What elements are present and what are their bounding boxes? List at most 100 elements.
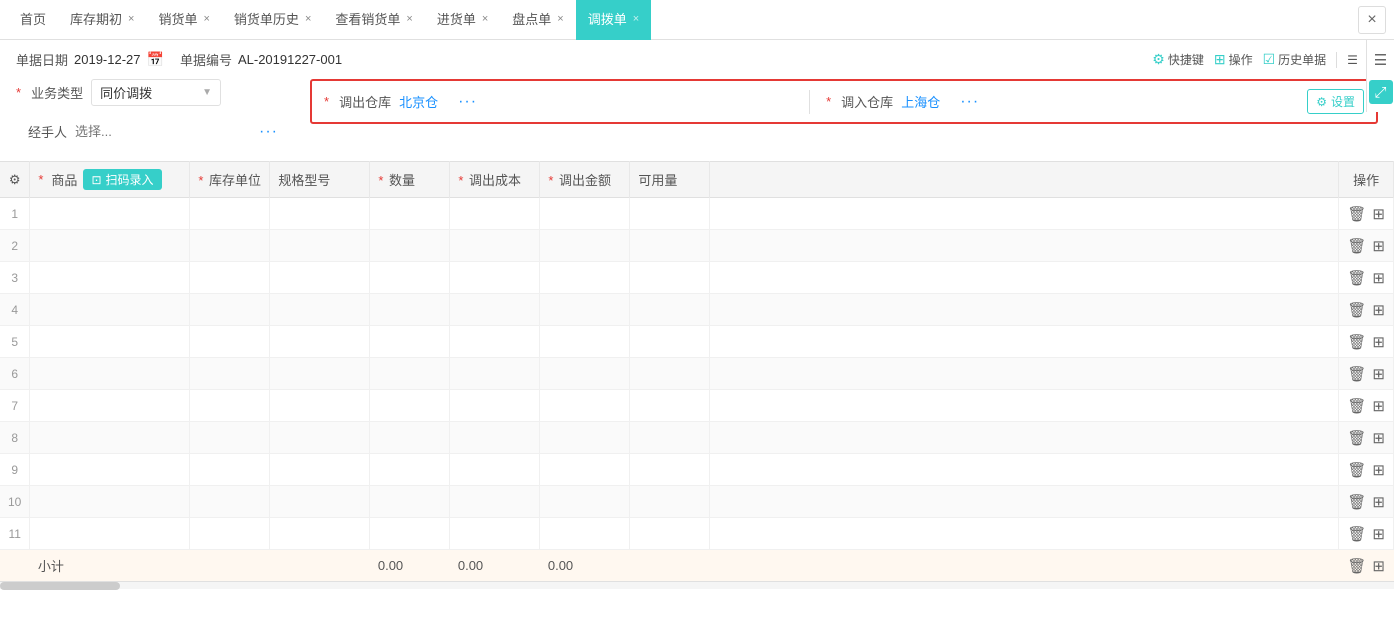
row-spec[interactable] — [270, 230, 370, 262]
horizontal-scrollbar[interactable] — [0, 581, 1394, 589]
sidebar-expand-icon[interactable]: ⤢ — [1369, 80, 1393, 104]
row-available[interactable] — [630, 518, 710, 550]
row-unit[interactable] — [190, 198, 270, 230]
row-amount[interactable] — [540, 262, 630, 294]
tab-purchase-order-close[interactable]: × — [482, 13, 488, 25]
operation-button[interactable]: ⊞ 操作 — [1214, 51, 1253, 68]
row-delete-icon[interactable]: 🗑 — [1347, 397, 1366, 415]
row-delete-icon[interactable]: 🗑 — [1347, 205, 1366, 223]
row-amount[interactable] — [540, 294, 630, 326]
row-amount[interactable] — [540, 422, 630, 454]
tab-inventory-init[interactable]: 库存期初 × — [58, 0, 146, 40]
row-quantity[interactable] — [370, 230, 450, 262]
row-spec[interactable] — [270, 198, 370, 230]
row-available[interactable] — [630, 422, 710, 454]
handler-input[interactable] — [75, 124, 251, 139]
row-amount[interactable] — [540, 486, 630, 518]
row-cost[interactable] — [450, 230, 540, 262]
row-cost[interactable] — [450, 486, 540, 518]
row-available[interactable] — [630, 198, 710, 230]
row-cost[interactable] — [450, 326, 540, 358]
tab-transfer-order-close[interactable]: × — [633, 13, 639, 25]
row-product[interactable] — [30, 422, 190, 454]
row-copy-icon[interactable]: ⊞ — [1372, 525, 1385, 543]
tab-sales-history-close[interactable]: × — [305, 13, 311, 25]
row-unit[interactable] — [190, 326, 270, 358]
row-unit[interactable] — [190, 230, 270, 262]
row-copy-icon[interactable]: ⊞ — [1372, 493, 1385, 511]
row-quantity[interactable] — [370, 294, 450, 326]
row-available[interactable] — [630, 326, 710, 358]
in-warehouse-value[interactable]: 上海仓 — [901, 92, 940, 111]
row-delete-icon[interactable]: 🗑 — [1347, 237, 1366, 255]
tab-view-sales-close[interactable]: × — [406, 13, 412, 25]
row-unit[interactable] — [190, 262, 270, 294]
shortcut-button[interactable]: ⚙ 快捷键 — [1152, 51, 1204, 68]
row-quantity[interactable] — [370, 454, 450, 486]
row-available[interactable] — [630, 390, 710, 422]
row-spec[interactable] — [270, 358, 370, 390]
row-quantity[interactable] — [370, 198, 450, 230]
row-quantity[interactable] — [370, 486, 450, 518]
close-all-tabs-button[interactable]: × — [1358, 6, 1386, 34]
row-unit[interactable] — [190, 294, 270, 326]
row-spec[interactable] — [270, 454, 370, 486]
row-amount[interactable] — [540, 390, 630, 422]
row-unit[interactable] — [190, 518, 270, 550]
row-spec[interactable] — [270, 294, 370, 326]
row-amount[interactable] — [540, 454, 630, 486]
sidebar-list-icon[interactable]: ☰ — [1369, 48, 1393, 72]
row-delete-icon[interactable]: 🗑 — [1347, 525, 1366, 543]
tab-sales-order[interactable]: 销货单 × — [146, 0, 221, 40]
row-copy-icon[interactable]: ⊞ — [1372, 429, 1385, 447]
row-copy-icon[interactable]: ⊞ — [1372, 365, 1385, 383]
tab-sales-history[interactable]: 销货单历史 × — [222, 0, 323, 40]
tab-inventory-init-close[interactable]: × — [128, 13, 134, 25]
row-product[interactable] — [30, 390, 190, 422]
handler-more-icon[interactable]: ··· — [259, 123, 278, 141]
row-amount[interactable] — [540, 198, 630, 230]
row-spec[interactable] — [270, 518, 370, 550]
footer-copy-icon[interactable]: ⊞ — [1372, 557, 1385, 575]
row-available[interactable] — [630, 454, 710, 486]
out-warehouse-more[interactable]: ··· — [458, 93, 477, 111]
row-delete-icon[interactable]: 🗑 — [1347, 365, 1366, 383]
row-product[interactable] — [30, 518, 190, 550]
number-value[interactable]: AL-20191227-001 — [238, 52, 342, 67]
row-spec[interactable] — [270, 262, 370, 294]
tab-stocktaking-close[interactable]: × — [557, 13, 563, 25]
row-product[interactable] — [30, 262, 190, 294]
row-cost[interactable] — [450, 390, 540, 422]
row-unit[interactable] — [190, 486, 270, 518]
scan-button[interactable]: ⊡ 扫码录入 — [83, 169, 161, 190]
history-button[interactable]: ☑ 历史单据 — [1263, 51, 1327, 68]
row-quantity[interactable] — [370, 262, 450, 294]
row-amount[interactable] — [540, 518, 630, 550]
row-delete-icon[interactable]: 🗑 — [1347, 301, 1366, 319]
row-spec[interactable] — [270, 326, 370, 358]
row-unit[interactable] — [190, 422, 270, 454]
scroll-thumb[interactable] — [0, 582, 120, 590]
row-copy-icon[interactable]: ⊞ — [1372, 269, 1385, 287]
row-product[interactable] — [30, 358, 190, 390]
row-spec[interactable] — [270, 486, 370, 518]
tab-sales-order-close[interactable]: × — [203, 13, 209, 25]
row-delete-icon[interactable]: 🗑 — [1347, 461, 1366, 479]
row-delete-icon[interactable]: 🗑 — [1347, 493, 1366, 511]
row-product[interactable] — [30, 326, 190, 358]
row-copy-icon[interactable]: ⊞ — [1372, 237, 1385, 255]
row-quantity[interactable] — [370, 518, 450, 550]
row-quantity[interactable] — [370, 390, 450, 422]
row-available[interactable] — [630, 358, 710, 390]
tab-stocktaking[interactable]: 盘点单 × — [500, 0, 575, 40]
date-value[interactable]: 2019-12-27 — [74, 52, 141, 67]
row-cost[interactable] — [450, 358, 540, 390]
list-view-button[interactable]: ☰ — [1347, 53, 1358, 67]
col-gear[interactable]: ⚙ — [0, 162, 30, 198]
row-spec[interactable] — [270, 422, 370, 454]
tab-transfer-order[interactable]: 调拨单 × — [576, 0, 651, 40]
row-available[interactable] — [630, 294, 710, 326]
row-quantity[interactable] — [370, 326, 450, 358]
tab-view-sales[interactable]: 查看销货单 × — [323, 0, 424, 40]
row-spec[interactable] — [270, 390, 370, 422]
